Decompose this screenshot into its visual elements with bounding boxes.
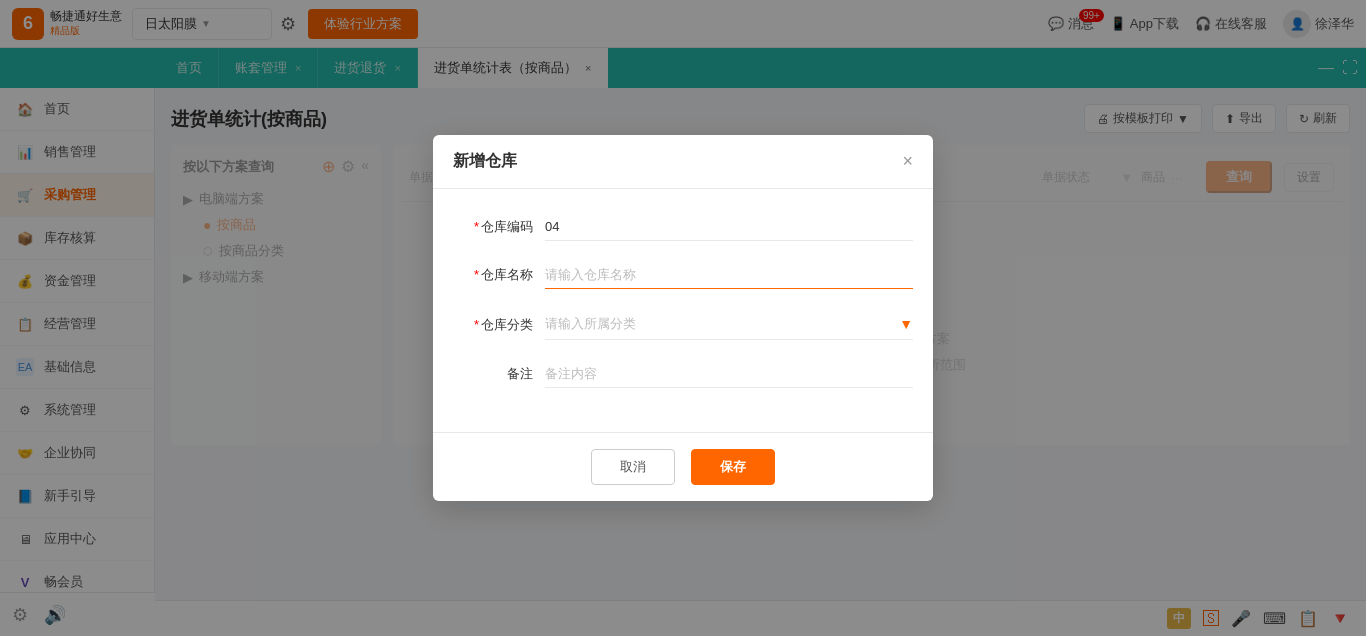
cancel-button[interactable]: 取消 — [591, 449, 675, 485]
modal-title: 新增仓库 — [453, 151, 517, 172]
remark-input[interactable] — [545, 360, 913, 388]
warehouse-name-input[interactable] — [545, 261, 913, 289]
warehouse-code-input[interactable] — [545, 213, 913, 241]
modal-header: 新增仓库 × — [433, 135, 933, 189]
form-row-category: 仓库分类 请输入所属分类 ▼ — [453, 309, 913, 340]
modal-overlay[interactable]: 新增仓库 × 仓库编码 仓库名称 仓库分类 请输入所属分类 ▼ — [0, 0, 1366, 636]
modal-body: 仓库编码 仓库名称 仓库分类 请输入所属分类 ▼ 备注 — [433, 189, 933, 432]
category-dropdown-icon: ▼ — [899, 316, 913, 332]
category-placeholder: 请输入所属分类 — [545, 315, 636, 333]
category-label: 仓库分类 — [453, 316, 533, 334]
form-row-remark: 备注 — [453, 360, 913, 388]
warehouse-category-select[interactable]: 请输入所属分类 ▼ — [545, 309, 913, 340]
modal-footer: 取消 保存 — [433, 432, 933, 501]
save-button[interactable]: 保存 — [691, 449, 775, 485]
code-label: 仓库编码 — [453, 218, 533, 236]
new-warehouse-modal: 新增仓库 × 仓库编码 仓库名称 仓库分类 请输入所属分类 ▼ — [433, 135, 933, 501]
name-label: 仓库名称 — [453, 266, 533, 284]
form-row-name: 仓库名称 — [453, 261, 913, 289]
remark-label: 备注 — [453, 365, 533, 383]
modal-close-icon[interactable]: × — [902, 151, 913, 172]
form-row-code: 仓库编码 — [453, 213, 913, 241]
